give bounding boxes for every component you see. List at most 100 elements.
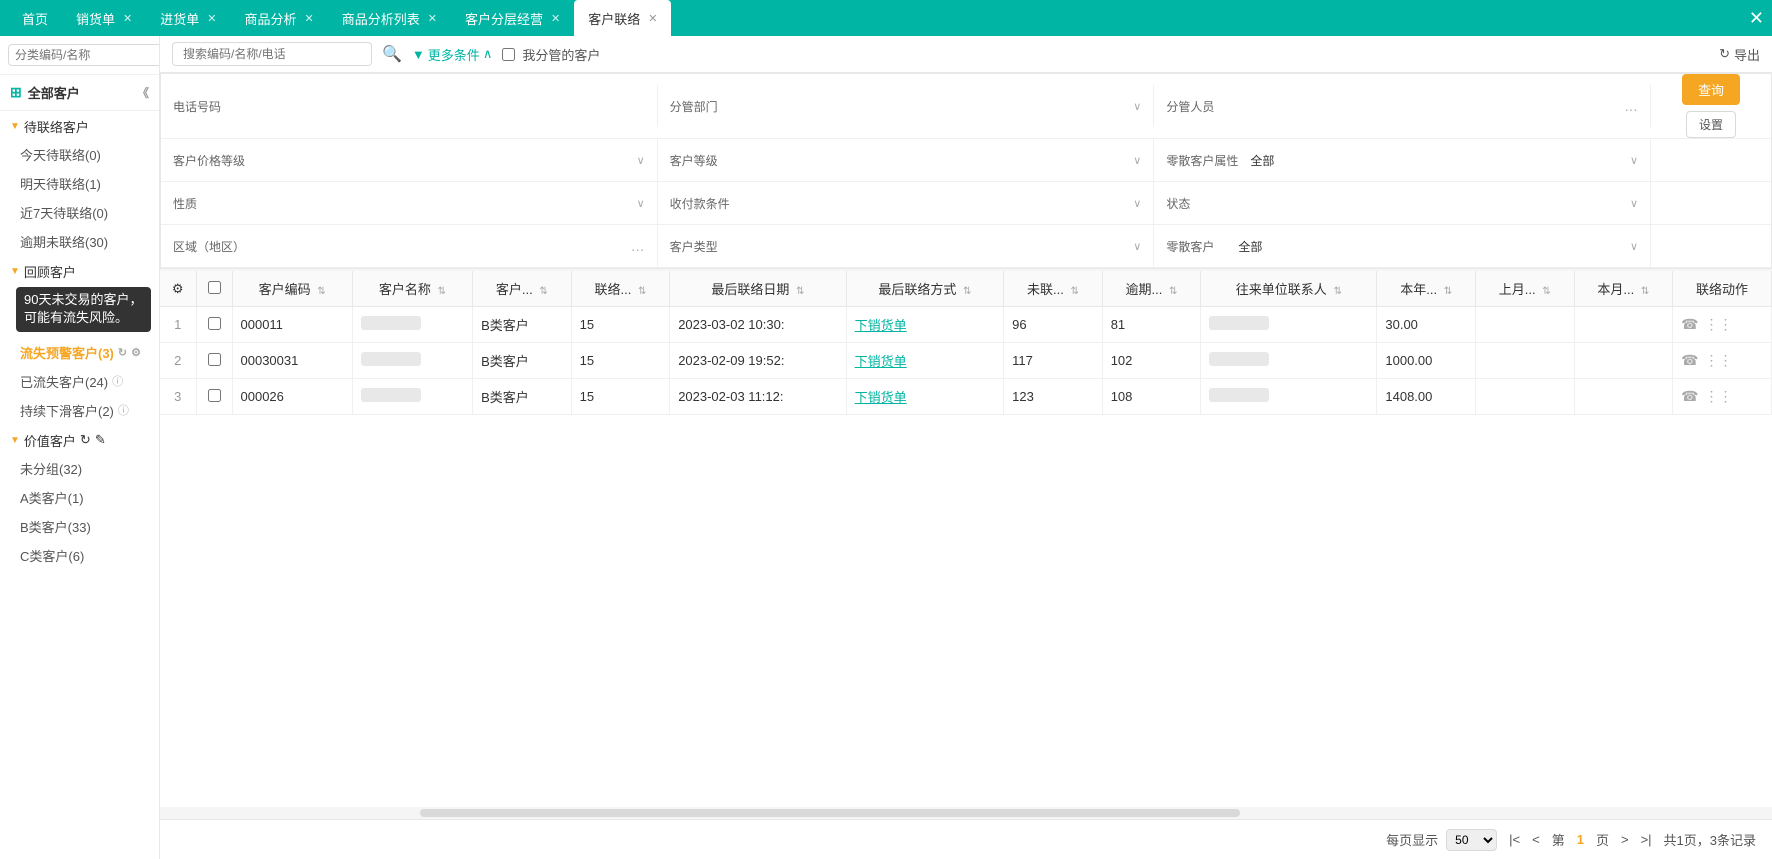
page-prev-btn[interactable]: < <box>1528 830 1544 849</box>
filter-level-select[interactable]: ∨ <box>738 154 1142 167</box>
section-review-label: 回顾客户 <box>24 262 76 281</box>
horizontal-scrollbar[interactable] <box>160 807 1772 819</box>
tab-purchase[interactable]: 进货单 ✕ <box>146 0 230 36</box>
page-next-btn[interactable]: > <box>1617 830 1633 849</box>
select-all-checkbox[interactable] <box>208 281 221 294</box>
filter-price-select[interactable]: ∨ <box>253 154 645 167</box>
page-last-btn[interactable]: >| <box>1637 830 1656 849</box>
all-customers-item[interactable]: ⊞ 全部客户 《 <box>0 75 159 111</box>
filter-nature-select[interactable]: ∨ <box>241 197 645 210</box>
value-refresh-icon[interactable]: ↻ <box>80 432 91 448</box>
info-icon2[interactable]: ⓘ <box>118 402 129 418</box>
sidebar-item-a-class[interactable]: A类客户(1) <box>0 483 159 512</box>
sidebar-item-overdue-no-contact[interactable]: 逾期未联络(30) <box>0 227 159 256</box>
sidebar-item-ungrouped[interactable]: 未分组(32) <box>0 454 159 483</box>
td-check-2[interactable] <box>196 343 232 379</box>
tab-sales-close[interactable]: ✕ <box>123 12 132 25</box>
more-conditions-button[interactable]: ▼ 更多条件 ∧ <box>412 45 492 64</box>
page-first-btn[interactable]: |< <box>1505 830 1524 849</box>
th-overdue[interactable]: 逾期... ⇅ <box>1102 271 1201 307</box>
sidebar-item-declining[interactable]: 持续下滑客户(2) ⓘ <box>0 396 159 425</box>
tab-product-list-close[interactable]: ✕ <box>428 12 437 25</box>
td-check-3[interactable] <box>196 379 232 415</box>
settings-button[interactable]: 设置 <box>1686 111 1736 138</box>
filter-ctype-select[interactable]: ∨ <box>738 240 1142 253</box>
td-lastmethod-3[interactable]: 下销货单 <box>846 379 1004 415</box>
filter-manager-input[interactable] <box>1234 99 1616 113</box>
link-method-3[interactable]: 下销货单 <box>855 390 907 405</box>
tab-product-analysis-close[interactable]: ✕ <box>305 12 314 25</box>
link-method-2[interactable]: 下销货单 <box>855 354 907 369</box>
edit-icon[interactable]: ⚙ <box>131 346 141 359</box>
action-more-1[interactable]: ⋮⋮ <box>1705 316 1733 333</box>
filter-phone-input[interactable] <box>241 99 645 113</box>
row-3-checkbox[interactable] <box>208 389 221 402</box>
refresh-icon[interactable]: ↻ <box>118 346 127 359</box>
row-2-checkbox[interactable] <box>208 353 221 366</box>
export-button[interactable]: ↻ 导出 <box>1719 45 1760 64</box>
page-size-select[interactable]: 50 100 200 <box>1446 829 1497 851</box>
filter-payment-select[interactable]: ∨ <box>738 197 1142 210</box>
td-lastmethod-2[interactable]: 下销货单 <box>846 343 1004 379</box>
th-settings[interactable]: ⚙ <box>160 271 196 307</box>
window-close-button[interactable]: ✕ <box>1749 8 1764 29</box>
tab-sales[interactable]: 销货单 ✕ <box>62 0 146 36</box>
section-pending-title[interactable]: ▼ 待联络客户 <box>0 111 159 140</box>
action-more-2[interactable]: ⋮⋮ <box>1705 352 1733 369</box>
th-code[interactable]: 客户编码 ⇅ <box>232 271 352 307</box>
action-more-3[interactable]: ⋮⋮ <box>1705 388 1733 405</box>
link-method-1[interactable]: 下销货单 <box>855 318 907 333</box>
th-checkbox[interactable] <box>196 271 232 307</box>
search-input[interactable] <box>172 42 372 66</box>
tab-customer-layer-close[interactable]: ✕ <box>551 12 560 25</box>
th-unit-contact[interactable]: 往来单位联系人 ⇅ <box>1201 271 1377 307</box>
th-last-date[interactable]: 最后联络日期 ⇅ <box>670 271 846 307</box>
sidebar-item-c-class[interactable]: C类客户(6) <box>0 541 159 570</box>
th-this-year[interactable]: 本年... ⇅ <box>1377 271 1476 307</box>
action-chat-1[interactable]: ☎ <box>1681 316 1698 333</box>
collapse-icon[interactable]: 《 <box>137 84 149 101</box>
th-last-month[interactable]: 上月... ⇅ <box>1475 271 1574 307</box>
filter-retail-select[interactable]: ∨ <box>1630 240 1638 253</box>
tab-product-list[interactable]: 商品分析列表 ✕ <box>328 0 451 36</box>
info-icon[interactable]: ⓘ <box>112 373 123 389</box>
sidebar-item-tomorrow[interactable]: 明天待联络(1) <box>0 169 159 198</box>
value-edit-icon[interactable]: ✎ <box>95 432 106 448</box>
tab-product-analysis[interactable]: 商品分析 ✕ <box>230 0 327 36</box>
sidebar-item-today[interactable]: 今天待联络(0) <box>0 140 159 169</box>
th-name[interactable]: 客户名称 ⇅ <box>352 271 472 307</box>
section-review-title[interactable]: ▼ 回顾客户 <box>0 256 159 285</box>
sidebar-item-b-class[interactable]: B类客户(33) <box>0 512 159 541</box>
my-customers-checkbox[interactable] <box>502 48 515 61</box>
sidebar-item-7days[interactable]: 近7天待联络(0) <box>0 198 159 227</box>
section-pending-arrow: ▼ <box>10 121 20 132</box>
filter-status-select[interactable]: ∨ <box>1234 197 1638 210</box>
section-value-title[interactable]: ▼ 价值客户 ↻ ✎ <box>0 425 159 454</box>
row-1-checkbox[interactable] <box>208 317 221 330</box>
th-contact[interactable]: 联络... ⇅ <box>571 271 670 307</box>
tab-customer-contact-close[interactable]: ✕ <box>648 12 657 25</box>
search-button[interactable]: 🔍 <box>382 44 402 64</box>
query-button[interactable]: 查询 <box>1682 74 1740 105</box>
filter-region-dots[interactable]: … <box>631 238 645 254</box>
scrollbar-thumb[interactable] <box>420 809 1240 817</box>
tab-home[interactable]: 首页 <box>8 0 62 36</box>
th-this-month[interactable]: 本月... ⇅ <box>1574 271 1673 307</box>
tab-customer-contact[interactable]: 客户联络 ✕ <box>574 0 671 36</box>
tab-purchase-close[interactable]: ✕ <box>207 12 216 25</box>
td-check-1[interactable] <box>196 307 232 343</box>
th-ctype[interactable]: 客户... ⇅ <box>473 271 572 307</box>
tab-customer-layer[interactable]: 客户分层经营 ✕ <box>451 0 574 36</box>
sidebar-item-churned[interactable]: 已流失客户(24) ⓘ <box>0 367 159 396</box>
filter-dept-select[interactable]: ∨ <box>738 100 1142 113</box>
my-customers-checkbox-label[interactable]: 我分管的客户 <box>502 45 600 64</box>
th-uncontacted[interactable]: 未联... ⇅ <box>1004 271 1103 307</box>
action-chat-2[interactable]: ☎ <box>1681 352 1698 369</box>
sidebar-search-input[interactable] <box>8 44 160 66</box>
action-chat-3[interactable]: ☎ <box>1681 388 1698 405</box>
sidebar-item-churn-warning[interactable]: 流失预警客户(3) ↻ ⚙ <box>0 338 159 367</box>
filter-retail-attr-select[interactable]: ∨ <box>1630 154 1638 167</box>
filter-manager-dots[interactable]: … <box>1624 98 1638 114</box>
th-last-method[interactable]: 最后联络方式 ⇅ <box>846 271 1004 307</box>
td-lastmethod-1[interactable]: 下销货单 <box>846 307 1004 343</box>
